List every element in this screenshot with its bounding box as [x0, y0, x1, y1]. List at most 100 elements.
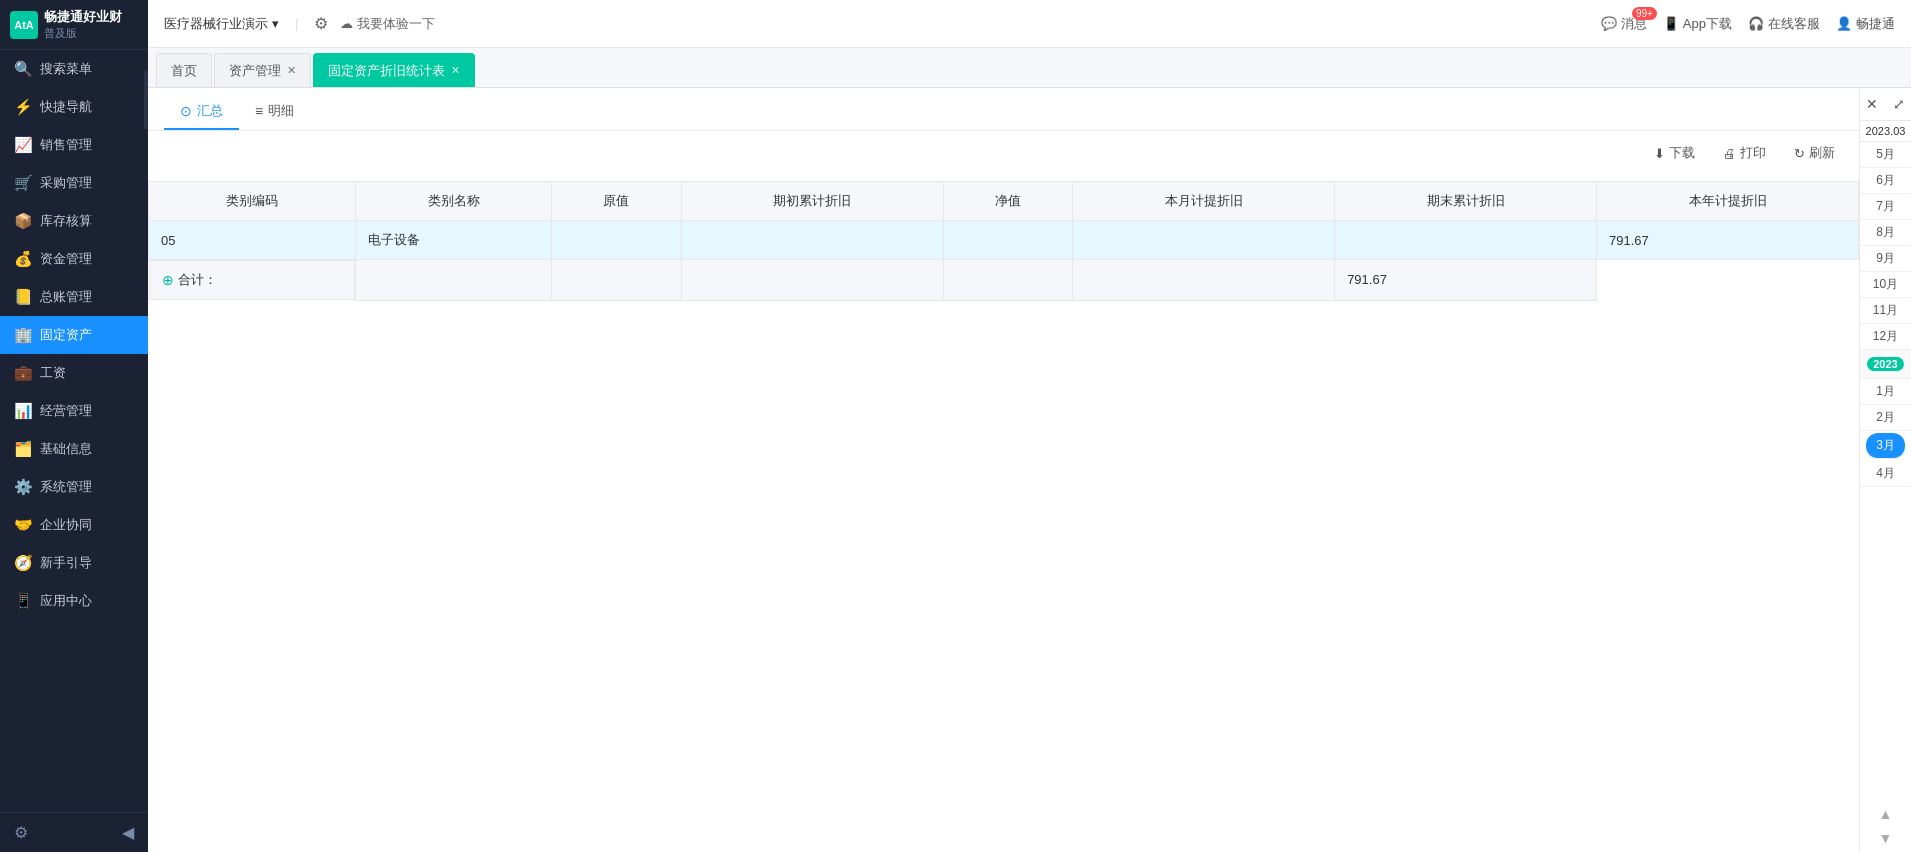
table-container: 类别编码 类别名称 原值 期初累计折旧 净值 本月计提折旧 期末累计折旧 本年计… [148, 181, 1859, 852]
topbar-actions: ⚙ [314, 14, 328, 33]
app-logo: AtA [10, 11, 38, 39]
sidebar-item-label: 固定资产 [40, 326, 92, 344]
tab-depreciation-close[interactable]: ✕ [451, 64, 460, 77]
service-button[interactable]: 🎧 在线客服 [1748, 15, 1820, 33]
sidebar-item-label: 资金管理 [40, 250, 92, 268]
timeline-month-5[interactable]: 5月 [1860, 142, 1911, 168]
timeline-month-4[interactable]: 4月 [1860, 461, 1911, 487]
experience-button[interactable]: ☁ 我要体验一下 [340, 15, 435, 33]
sidebar-item-basic-info[interactable]: 🗂️ 基础信息 [0, 430, 148, 468]
sub-tab-summary[interactable]: ⊙ 汇总 [164, 96, 239, 130]
topbar-right: 💬 消息 99+ 📱 App下载 🎧 在线客服 👤 畅捷通 [1601, 15, 1895, 33]
total-initial-dep [552, 260, 682, 301]
col-header-net: 净值 [943, 182, 1073, 221]
col-header-annual-dep: 本年计提折旧 [1597, 182, 1859, 221]
sidebar-item-quick-nav[interactable]: ⚡ 快捷导航 [0, 88, 148, 126]
sidebar-item-fixed-assets[interactable]: 🏢 固定资产 [0, 316, 148, 354]
cell-monthly-dep [1073, 221, 1335, 260]
refresh-label: 刷新 [1809, 144, 1835, 162]
tab-home-label: 首页 [171, 62, 197, 80]
app-download-icon: 📱 [1663, 16, 1679, 31]
app-center-icon: 📱 [14, 592, 32, 610]
total-period-end-dep [1073, 260, 1335, 301]
timeline-month-2[interactable]: 2月 [1860, 405, 1911, 431]
sidebar-scroll: 🔍 搜索菜单 ⚡ 快捷导航 📈 销售管理 🛒 采购管理 📦 库存核算 💰 资金管… [0, 50, 148, 812]
sub-tabs: ⊙ 汇总 ≡ 明细 [148, 88, 1859, 131]
timeline-month-6[interactable]: 6月 [1860, 168, 1911, 194]
table-row: 05 电子设备 791.67 [149, 221, 1859, 260]
sidebar-item-enterprise[interactable]: 🤝 企业协同 [0, 506, 148, 544]
refresh-button[interactable]: ↻ 刷新 [1786, 140, 1843, 166]
sidebar-item-app-center[interactable]: 📱 应用中心 [0, 582, 148, 620]
inventory-icon: 📦 [14, 212, 32, 230]
print-button[interactable]: 🖨 打印 [1715, 140, 1774, 166]
timeline-scroll: 5月 6月 7月 8月 9月 10月 11月 12月 2023 1月 2月 3月… [1860, 142, 1911, 800]
sidebar-footer: ⚙ ◀ [0, 812, 148, 852]
tab-asset-manage-close[interactable]: ✕ [287, 64, 296, 77]
close-panel-icon[interactable]: ✕ [1866, 96, 1878, 112]
timeline-year-2023[interactable]: 2023 [1860, 350, 1911, 379]
cell-initial-dep [681, 221, 943, 260]
timeline-month-10[interactable]: 10月 [1860, 272, 1911, 298]
cell-annual-dep: 791.67 [1597, 221, 1859, 260]
sidebar-item-guide[interactable]: 🧭 新手引导 [0, 544, 148, 582]
sub-tab-detail[interactable]: ≡ 明细 [239, 96, 310, 130]
print-icon: 🖨 [1723, 146, 1736, 161]
sidebar-item-salary[interactable]: 💼 工资 [0, 354, 148, 392]
timeline-month-11[interactable]: 11月 [1860, 298, 1911, 324]
timeline-month-12[interactable]: 12月 [1860, 324, 1911, 350]
settings-footer-icon[interactable]: ⚙ [14, 823, 28, 842]
tab-depreciation[interactable]: 固定资产折旧统计表 ✕ [313, 53, 475, 87]
timeline-bottom: ▲ ▼ [1860, 800, 1911, 852]
timeline-up-icon[interactable]: ▲ [1879, 806, 1893, 822]
col-header-code: 类别编码 [149, 182, 356, 221]
purchase-icon: 🛒 [14, 174, 32, 192]
tabbar: 首页 资产管理 ✕ 固定资产折旧统计表 ✕ [148, 48, 1911, 88]
cell-code: 05 [149, 221, 356, 260]
sidebar-item-operations[interactable]: 📊 经营管理 [0, 392, 148, 430]
sidebar-item-search[interactable]: 🔍 搜索菜单 [0, 50, 148, 88]
col-header-initial-dep: 期初累计折旧 [681, 182, 943, 221]
company-name: 医疗器械行业演示 [164, 15, 268, 33]
col-header-period-end-dep: 期末累计折旧 [1335, 182, 1597, 221]
user-icon: 👤 [1836, 16, 1852, 31]
download-icon: ⬇ [1654, 146, 1665, 161]
download-button[interactable]: ⬇ 下载 [1646, 140, 1703, 166]
message-button[interactable]: 💬 消息 99+ [1601, 15, 1647, 33]
sidebar-item-funds[interactable]: 💰 资金管理 [0, 240, 148, 278]
fixed-assets-icon: 🏢 [14, 326, 32, 344]
search-icon: 🔍 [14, 60, 32, 78]
sidebar-item-inventory[interactable]: 📦 库存核算 [0, 202, 148, 240]
topbar-gear-icon[interactable]: ⚙ [314, 14, 328, 33]
user-button[interactable]: 👤 畅捷通 [1836, 15, 1895, 33]
sidebar-header: AtA 畅捷通好业财 普及版 [0, 0, 148, 50]
system-icon: ⚙️ [14, 478, 32, 496]
app-download-button[interactable]: 📱 App下载 [1663, 15, 1732, 33]
sidebar-item-ledger[interactable]: 📒 总账管理 [0, 278, 148, 316]
timeline-month-8[interactable]: 8月 [1860, 220, 1911, 246]
tab-depreciation-label: 固定资产折旧统计表 [328, 62, 445, 80]
sidebar-item-label: 新手引导 [40, 554, 92, 572]
timeline-month-1[interactable]: 1月 [1860, 379, 1911, 405]
timeline-month-3[interactable]: 3月 [1866, 433, 1905, 459]
cell-net [943, 221, 1073, 260]
sidebar-item-label: 经营管理 [40, 402, 92, 420]
timeline-month-9[interactable]: 9月 [1860, 246, 1911, 272]
app-download-label: App下载 [1683, 15, 1732, 33]
sidebar-item-sales[interactable]: 📈 销售管理 [0, 126, 148, 164]
sub-tab-detail-label: 明细 [268, 102, 294, 120]
expand-panel-icon[interactable]: ⤢ [1893, 96, 1905, 112]
collapse-icon[interactable]: ◀ [122, 823, 134, 842]
timeline-down-icon[interactable]: ▼ [1879, 830, 1893, 846]
basic-info-icon: 🗂️ [14, 440, 32, 458]
sidebar-item-purchase[interactable]: 🛒 采购管理 [0, 164, 148, 202]
company-selector[interactable]: 医疗器械行业演示 ▾ [164, 15, 279, 33]
tab-asset-manage[interactable]: 资产管理 ✕ [214, 53, 311, 87]
sidebar: AtA 畅捷通好业财 普及版 🔍 搜索菜单 ⚡ 快捷导航 📈 销售管理 🛒 采购… [0, 0, 148, 852]
tab-home[interactable]: 首页 [156, 53, 212, 87]
main-area: 医疗器械行业演示 ▾ | ⚙ ☁ 我要体验一下 💬 消息 99+ 📱 App下载… [148, 0, 1911, 852]
guide-icon: 🧭 [14, 554, 32, 572]
sidebar-item-system[interactable]: ⚙️ 系统管理 [0, 468, 148, 506]
timeline-month-7[interactable]: 7月 [1860, 194, 1911, 220]
sidebar-item-label: 基础信息 [40, 440, 92, 458]
